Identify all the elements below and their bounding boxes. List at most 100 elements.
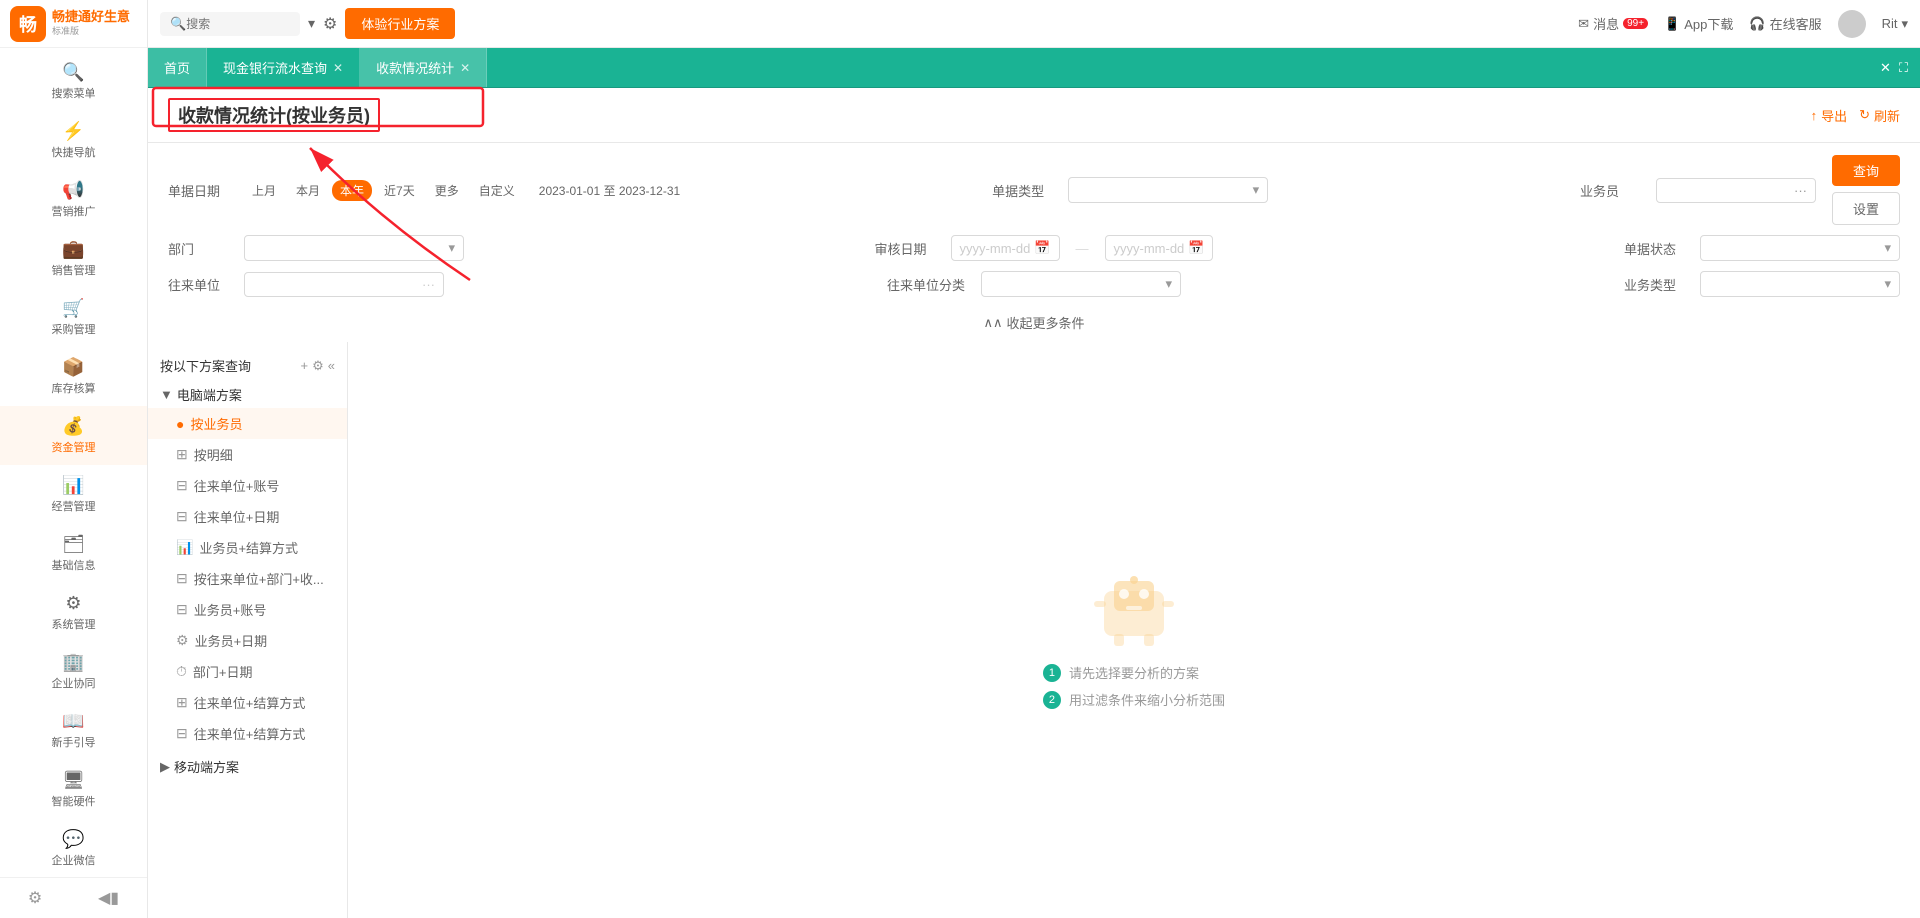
- collapse-button[interactable]: ∧∧ 收起更多条件: [168, 307, 1900, 338]
- sidebar-collapse-btn[interactable]: ◀▮: [98, 888, 119, 908]
- date-option-last-month[interactable]: 上月: [244, 180, 284, 201]
- date-range-display: 2023-01-01 至 2023-12-31: [539, 182, 680, 199]
- download-icon: 📱: [1664, 16, 1680, 32]
- plan-item-partner-account[interactable]: ⊟ 往来单位+账号: [148, 470, 347, 501]
- plan-item-dept-date[interactable]: ⏱ 部门+日期: [148, 656, 347, 687]
- date-option-7days[interactable]: 近7天: [376, 180, 423, 201]
- inventory-icon: 📦: [62, 357, 84, 378]
- tab-receipt-close[interactable]: ✕: [460, 61, 470, 75]
- right-content: 1 请先选择要分析的方案 2 用过滤条件来缩小分析范围: [348, 342, 1920, 918]
- mobile-group-arrow: ▶: [160, 759, 170, 775]
- export-button[interactable]: ↑ 导出: [1811, 106, 1848, 125]
- plan-item-partner-settlement2[interactable]: ⊟ 往来单位+结算方式: [148, 718, 347, 749]
- date-option-this-month[interactable]: 本月: [288, 180, 328, 201]
- sidebar-item-system[interactable]: ⚙系统管理: [0, 583, 147, 642]
- collapse-panel-button[interactable]: «: [328, 358, 335, 374]
- plan-group-desktop: ▼ 电脑端方案 ● 按业务员 ⊞ 按明细 ⊟ 往来单位+账号: [148, 381, 347, 749]
- review-date-to[interactable]: yyyy-mm-dd 📅: [1105, 235, 1214, 261]
- plan-group-desktop-title[interactable]: ▼ 电脑端方案: [148, 381, 347, 408]
- partner-settlement2-icon: ⊟: [176, 725, 188, 742]
- search-icon: 🔍: [170, 16, 186, 32]
- empty-state: 1 请先选择要分析的方案 2 用过滤条件来缩小分析范围: [1043, 551, 1225, 709]
- message-button[interactable]: ✉ 消息 99+: [1578, 14, 1648, 33]
- voucher-status-select[interactable]: ▾: [1700, 235, 1900, 261]
- tab-bank-close[interactable]: ✕: [333, 61, 343, 75]
- topbar-gear-icon[interactable]: ⚙: [323, 14, 337, 34]
- plan-item-partner-settlement1[interactable]: ⊞ 往来单位+结算方式: [148, 687, 347, 718]
- query-button[interactable]: 查询: [1832, 155, 1900, 186]
- salesman-more-icon[interactable]: ···: [1794, 183, 1807, 198]
- plan-item-salesman-date[interactable]: ⚙ 业务员+日期: [148, 625, 347, 656]
- partner-account-icon: ⊟: [176, 477, 188, 494]
- app-download-button[interactable]: 📱 App下载: [1664, 14, 1733, 33]
- sidebar-item-finance[interactable]: 💰资金管理: [0, 406, 147, 465]
- tab-window-controls: ✕ ⛶: [1868, 48, 1920, 87]
- refresh-button[interactable]: ↻ 刷新: [1859, 106, 1900, 125]
- tab-receipt-label: 收款情况统计: [376, 58, 454, 77]
- date-separator: —: [1076, 241, 1089, 256]
- tab-receipt[interactable]: 收款情况统计 ✕: [360, 48, 487, 87]
- sidebar-item-operation[interactable]: 📊经营管理: [0, 465, 147, 524]
- operation-icon: 📊: [62, 475, 84, 496]
- business-type-select[interactable]: ▾: [1700, 271, 1900, 297]
- sidebar-logo: 畅 畅捷通好生意 标准版: [0, 0, 147, 48]
- search-input[interactable]: [186, 17, 286, 31]
- plan-item-partner-date[interactable]: ⊟ 往来单位+日期: [148, 501, 347, 532]
- sidebar-item-search[interactable]: 🔍搜索菜单: [0, 52, 147, 111]
- date-label: 单据日期: [168, 181, 228, 200]
- dept-select[interactable]: ▾: [244, 235, 464, 261]
- user-avatar[interactable]: [1838, 10, 1866, 38]
- add-plan-button[interactable]: +: [301, 358, 309, 374]
- plan-item-salesman-settlement[interactable]: 📊 业务员+结算方式: [148, 532, 347, 563]
- partner-select[interactable]: ···: [244, 272, 444, 297]
- sidebar-item-enterprise[interactable]: 🏢企业协同: [0, 642, 147, 701]
- tab-maximize-icon[interactable]: ⛶: [1899, 60, 1908, 76]
- partner-dots[interactable]: ···: [422, 277, 435, 292]
- sidebar-item-purchase[interactable]: 🛒采购管理: [0, 288, 147, 347]
- plan-item-by-detail[interactable]: ⊞ 按明细: [148, 439, 347, 470]
- plan-item-salesman-account[interactable]: ⊟ 业务员+账号: [148, 594, 347, 625]
- tab-home-label: 首页: [164, 58, 190, 77]
- sidebar-item-wechat[interactable]: 💬企业微信: [0, 819, 147, 877]
- filter-row-1: 单据日期 上月 本月 本年 近7天 更多 自定义 2023-01-01 至 20…: [168, 155, 1900, 225]
- sidebar-item-basic[interactable]: 🗂基础信息: [0, 524, 147, 583]
- topbar-search-box[interactable]: 🔍: [160, 12, 300, 36]
- hardware-icon: 🖥: [62, 770, 85, 791]
- sidebar-item-quicknav[interactable]: ⚡快捷导航: [0, 111, 147, 170]
- topbar-dropdown[interactable]: ▾: [308, 15, 315, 32]
- review-date-from[interactable]: yyyy-mm-dd 📅: [951, 235, 1060, 261]
- settings-plan-button[interactable]: ⚙: [312, 358, 324, 374]
- plan-group-mobile-title[interactable]: ▶ 移动端方案: [148, 753, 347, 780]
- voucher-status-arrow: ▾: [1884, 240, 1891, 256]
- purchase-icon: 🛒: [62, 298, 84, 319]
- tab-bank[interactable]: 现金银行流水查询 ✕: [207, 48, 360, 87]
- date-option-more[interactable]: 更多: [427, 180, 467, 201]
- desktop-group-arrow: ▼: [160, 387, 173, 402]
- plan-item-partner-dept-receipt[interactable]: ⊟ 按往来单位+部门+收...: [148, 563, 347, 594]
- user-name[interactable]: Rit ▾: [1882, 16, 1908, 32]
- export-icon: ↑: [1811, 108, 1818, 123]
- tab-minimize-icon[interactable]: ✕: [1880, 60, 1891, 76]
- plan-item-by-salesman[interactable]: ● 按业务员: [148, 408, 347, 439]
- tab-home[interactable]: 首页: [148, 48, 207, 87]
- newbie-icon: 📖: [62, 711, 84, 732]
- voucher-type-select[interactable]: ▾: [1068, 177, 1268, 203]
- sidebar-item-inventory[interactable]: 📦库存核算: [0, 347, 147, 406]
- salesman-account-icon: ⊟: [176, 601, 188, 618]
- salesman-label: 业务员: [1580, 181, 1640, 200]
- left-panel-icons: + ⚙ «: [301, 358, 335, 374]
- topbar: 🔍 ▾ ⚙ 体验行业方案 ✉ 消息 99+ 📱 App下载 🎧 在线客服 Rit: [148, 0, 1920, 48]
- sidebar-item-sales[interactable]: 💼销售管理: [0, 229, 147, 288]
- trial-button[interactable]: 体验行业方案: [345, 8, 455, 39]
- online-service-button[interactable]: 🎧 在线客服: [1749, 14, 1821, 33]
- message-icon: ✉: [1578, 16, 1589, 32]
- salesman-select[interactable]: ···: [1656, 178, 1816, 203]
- sidebar-item-newbie[interactable]: 📖新手引导: [0, 701, 147, 760]
- sidebar-item-hardware[interactable]: 🖥智能硬件: [0, 760, 147, 819]
- partner-category-select[interactable]: ▾: [981, 271, 1181, 297]
- date-option-custom[interactable]: 自定义: [471, 180, 523, 201]
- sidebar-settings-btn[interactable]: ⚙: [28, 888, 42, 908]
- date-option-this-year[interactable]: 本年: [332, 180, 372, 201]
- settings-button[interactable]: 设置: [1832, 192, 1900, 225]
- sidebar-item-marketing[interactable]: 📢营销推广: [0, 170, 147, 229]
